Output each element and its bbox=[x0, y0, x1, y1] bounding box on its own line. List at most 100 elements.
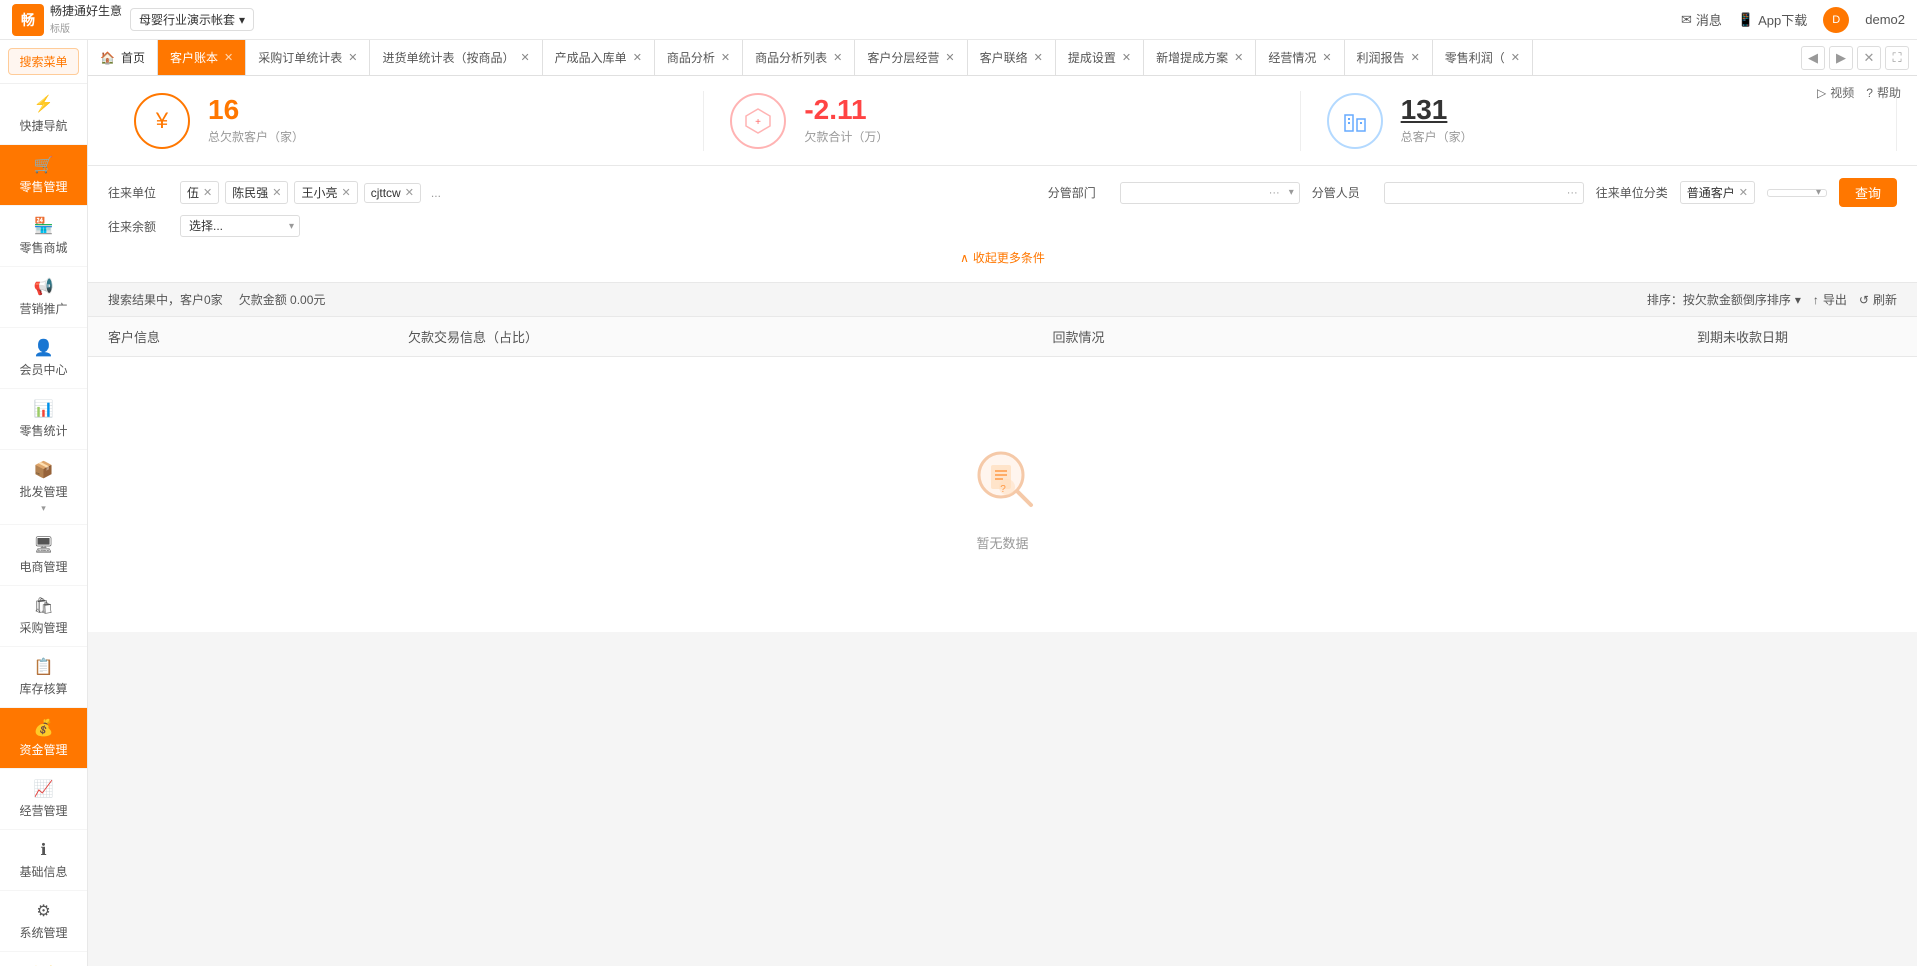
sidebar-item-retail-stats[interactable]: 📊 零售统计 bbox=[0, 389, 87, 450]
sort-chevron-icon: ▾ bbox=[1795, 293, 1801, 307]
table-header: 客户信息 欠款交易信息（占比） 回款情况 到期未收款日期 bbox=[88, 317, 1917, 357]
export-btn[interactable]: ↑ 导出 bbox=[1813, 291, 1847, 308]
unit-tag-3-close[interactable]: ✕ bbox=[405, 186, 414, 199]
results-info: 搜索结果中，客户0家 欠款金额 0.00元 bbox=[108, 291, 325, 308]
content-area: 🏠 首页 客户账本 ✕ 采购订单统计表 ✕ 进货单统计表（按商品） ✕ 产成品入… bbox=[88, 40, 1917, 966]
collapse-button[interactable]: ∧ 收起更多条件 bbox=[960, 249, 1045, 266]
tab-next-btn[interactable]: ▶ bbox=[1829, 46, 1853, 70]
sidebar-item-inventory[interactable]: 📋 库存核算 bbox=[0, 647, 87, 708]
tab-close-customer-segment[interactable]: ✕ bbox=[945, 51, 954, 64]
dept-clear-icon[interactable]: ··· bbox=[1269, 187, 1280, 199]
debt-customers-label: 总欠款客户（家） bbox=[208, 128, 304, 145]
logo-area: 畅 畅捷通好生意 标版 bbox=[12, 4, 122, 36]
stat-icon-2: + bbox=[728, 91, 788, 151]
refresh-btn[interactable]: ↺ 刷新 bbox=[1859, 291, 1897, 308]
sidebar-item-marketing[interactable]: 📢 营销推广 bbox=[0, 267, 87, 328]
filter-row-2: 往来余额 选择... ▾ bbox=[108, 215, 1897, 237]
sidebar-item-retail-mgmt[interactable]: 🛒 零售管理 bbox=[0, 145, 87, 206]
dept-select-wrapper: ▾ ··· bbox=[1120, 182, 1300, 204]
unit-class-tag-0-close[interactable]: ✕ bbox=[1739, 186, 1748, 199]
app-download-btn[interactable]: 📱 App下载 bbox=[1738, 10, 1807, 29]
tab-customer-book[interactable]: 客户账本 ✕ bbox=[158, 40, 246, 76]
stat-info-1: 16 总欠款客户（家） bbox=[208, 96, 304, 145]
tab-goods-analysis-list[interactable]: 商品分析列表 ✕ bbox=[743, 40, 855, 76]
search-menu-button[interactable]: 搜索菜单 bbox=[8, 48, 79, 75]
export-icon: ↑ bbox=[1813, 293, 1819, 307]
messages-btn[interactable]: ✉ 消息 bbox=[1681, 10, 1722, 29]
sidebar-search-area: 搜索菜单 bbox=[0, 40, 87, 84]
help-btn[interactable]: ? 帮助 bbox=[1866, 84, 1901, 101]
building-circle-icon bbox=[1327, 93, 1383, 149]
balance-select-wrapper: 选择... ▾ bbox=[180, 215, 300, 237]
tab-business-situation[interactable]: 经营情况 ✕ bbox=[1256, 40, 1344, 76]
unit-tag-2: 王小亮 ✕ bbox=[294, 181, 357, 204]
tab-close-all-btn[interactable]: ✕ bbox=[1857, 46, 1881, 70]
tab-goods-analysis[interactable]: 商品分析 ✕ bbox=[655, 40, 743, 76]
sidebar-item-system-mgmt[interactable]: ⚙ 系统管理 bbox=[0, 891, 87, 952]
tab-home[interactable]: 🏠 首页 bbox=[88, 40, 158, 76]
money-circle-icon: ¥ bbox=[134, 93, 190, 149]
tab-raise-settings[interactable]: 提成设置 ✕ bbox=[1056, 40, 1144, 76]
tab-close-business[interactable]: ✕ bbox=[1322, 51, 1331, 64]
sidebar-item-operations[interactable]: 📈 经营管理 bbox=[0, 769, 87, 830]
sidebar-item-purchase-mgmt[interactable]: 🛍 采购管理 bbox=[0, 586, 87, 647]
tab-stock-stats[interactable]: 进货单统计表（按商品） ✕ bbox=[370, 40, 542, 76]
avatar[interactable]: D bbox=[1823, 7, 1849, 33]
message-icon: ✉ bbox=[1681, 12, 1692, 28]
sidebar-item-capital-mgmt[interactable]: 💰 资金管理 bbox=[0, 708, 87, 769]
debt-total-number: -2.11 bbox=[804, 96, 888, 124]
tab-customer-segment[interactable]: 客户分层经营 ✕ bbox=[855, 40, 967, 76]
unit-tags-more[interactable]: ... bbox=[427, 184, 445, 202]
sidebar-item-enterprise-coop[interactable]: 🤝 企业协同 bbox=[0, 952, 87, 966]
tab-close-customer-book[interactable]: ✕ bbox=[224, 51, 233, 64]
tab-customer-contact[interactable]: 客户联络 ✕ bbox=[968, 40, 1056, 76]
tab-close-new-increase[interactable]: ✕ bbox=[1234, 51, 1243, 64]
tab-expand-btn[interactable]: ⛶ bbox=[1885, 46, 1909, 70]
tab-close-goods-list[interactable]: ✕ bbox=[833, 51, 842, 64]
sidebar-item-basic-info[interactable]: ℹ 基础信息 bbox=[0, 830, 87, 891]
sidebar-item-member-center[interactable]: 👤 会员中心 bbox=[0, 328, 87, 389]
table-header-due-date: 到期未收款日期 bbox=[1697, 327, 1897, 346]
sidebar-item-ecommerce[interactable]: 🖥 电商管理 bbox=[0, 525, 87, 586]
balance-select[interactable]: 选择... bbox=[180, 215, 300, 237]
tab-close-raise-settings[interactable]: ✕ bbox=[1122, 51, 1131, 64]
tab-close-customer-contact[interactable]: ✕ bbox=[1034, 51, 1043, 64]
query-button[interactable]: 查询 bbox=[1839, 178, 1897, 207]
filter-row-1: 往来单位 伍 ✕ 陈民强 ✕ 王小亮 ✕ bbox=[108, 178, 1897, 207]
stat-total-debt-customers: ¥ 16 总欠款客户（家） bbox=[108, 91, 704, 151]
empty-text: 暂无数据 bbox=[976, 533, 1028, 552]
tab-profit-report[interactable]: 利润报告 ✕ bbox=[1345, 40, 1433, 76]
tab-close-goods-analysis[interactable]: ✕ bbox=[721, 51, 730, 64]
unit-tag-0: 伍 ✕ bbox=[180, 181, 219, 204]
person-more-icon[interactable]: ··· bbox=[1567, 187, 1578, 199]
retail-stats-icon: 📊 bbox=[34, 399, 54, 419]
tab-retail-profit[interactable]: 零售利润（ ✕ bbox=[1433, 40, 1533, 76]
sort-select[interactable]: 排序：按欠款金额倒序排序 ▾ bbox=[1647, 291, 1801, 308]
tab-new-increase[interactable]: 新增提成方案 ✕ bbox=[1144, 40, 1256, 76]
unit-tag-0-close[interactable]: ✕ bbox=[203, 186, 212, 199]
tab-close-stock-stats[interactable]: ✕ bbox=[520, 51, 529, 64]
unit-tag-2-close[interactable]: ✕ bbox=[341, 186, 350, 199]
tab-close-retail-profit[interactable]: ✕ bbox=[1511, 51, 1520, 64]
sidebar-item-batch-mgmt[interactable]: 📦 批发管理 ▾ bbox=[0, 450, 87, 525]
tab-purchase-orders[interactable]: 采购订单统计表 ✕ bbox=[246, 40, 370, 76]
unit-class-select[interactable] bbox=[1767, 189, 1827, 197]
tab-prev-btn[interactable]: ◀ bbox=[1801, 46, 1825, 70]
page-content: ¥ 16 总欠款客户（家） + bbox=[88, 76, 1917, 966]
debt-amount-label: 欠款金额 0.00元 bbox=[239, 291, 326, 308]
stat-info-2: -2.11 欠款合计（万） bbox=[804, 96, 888, 145]
account-selector[interactable]: 母婴行业演示帐套 ▾ bbox=[130, 8, 254, 31]
tab-cost-in[interactable]: 产成品入库单 ✕ bbox=[543, 40, 655, 76]
tab-close-cost-in[interactable]: ✕ bbox=[633, 51, 642, 64]
sidebar-item-retail-mall[interactable]: 🏪 零售商城 bbox=[0, 206, 87, 267]
debt-customers-number: 16 bbox=[208, 96, 304, 124]
table-header-customer-info: 客户信息 bbox=[108, 327, 408, 346]
tab-close-purchase-orders[interactable]: ✕ bbox=[348, 51, 357, 64]
sidebar-item-quick-nav[interactable]: ⚡ 快捷导航 bbox=[0, 84, 87, 145]
dept-label: 分管部门 bbox=[1048, 184, 1108, 201]
tab-close-profit[interactable]: ✕ bbox=[1411, 51, 1420, 64]
person-select[interactable] bbox=[1384, 182, 1584, 204]
empty-state: ? 暂无数据 bbox=[88, 357, 1917, 632]
unit-tag-1-close[interactable]: ✕ bbox=[272, 186, 281, 199]
video-btn[interactable]: ▷ 视频 bbox=[1817, 84, 1854, 101]
